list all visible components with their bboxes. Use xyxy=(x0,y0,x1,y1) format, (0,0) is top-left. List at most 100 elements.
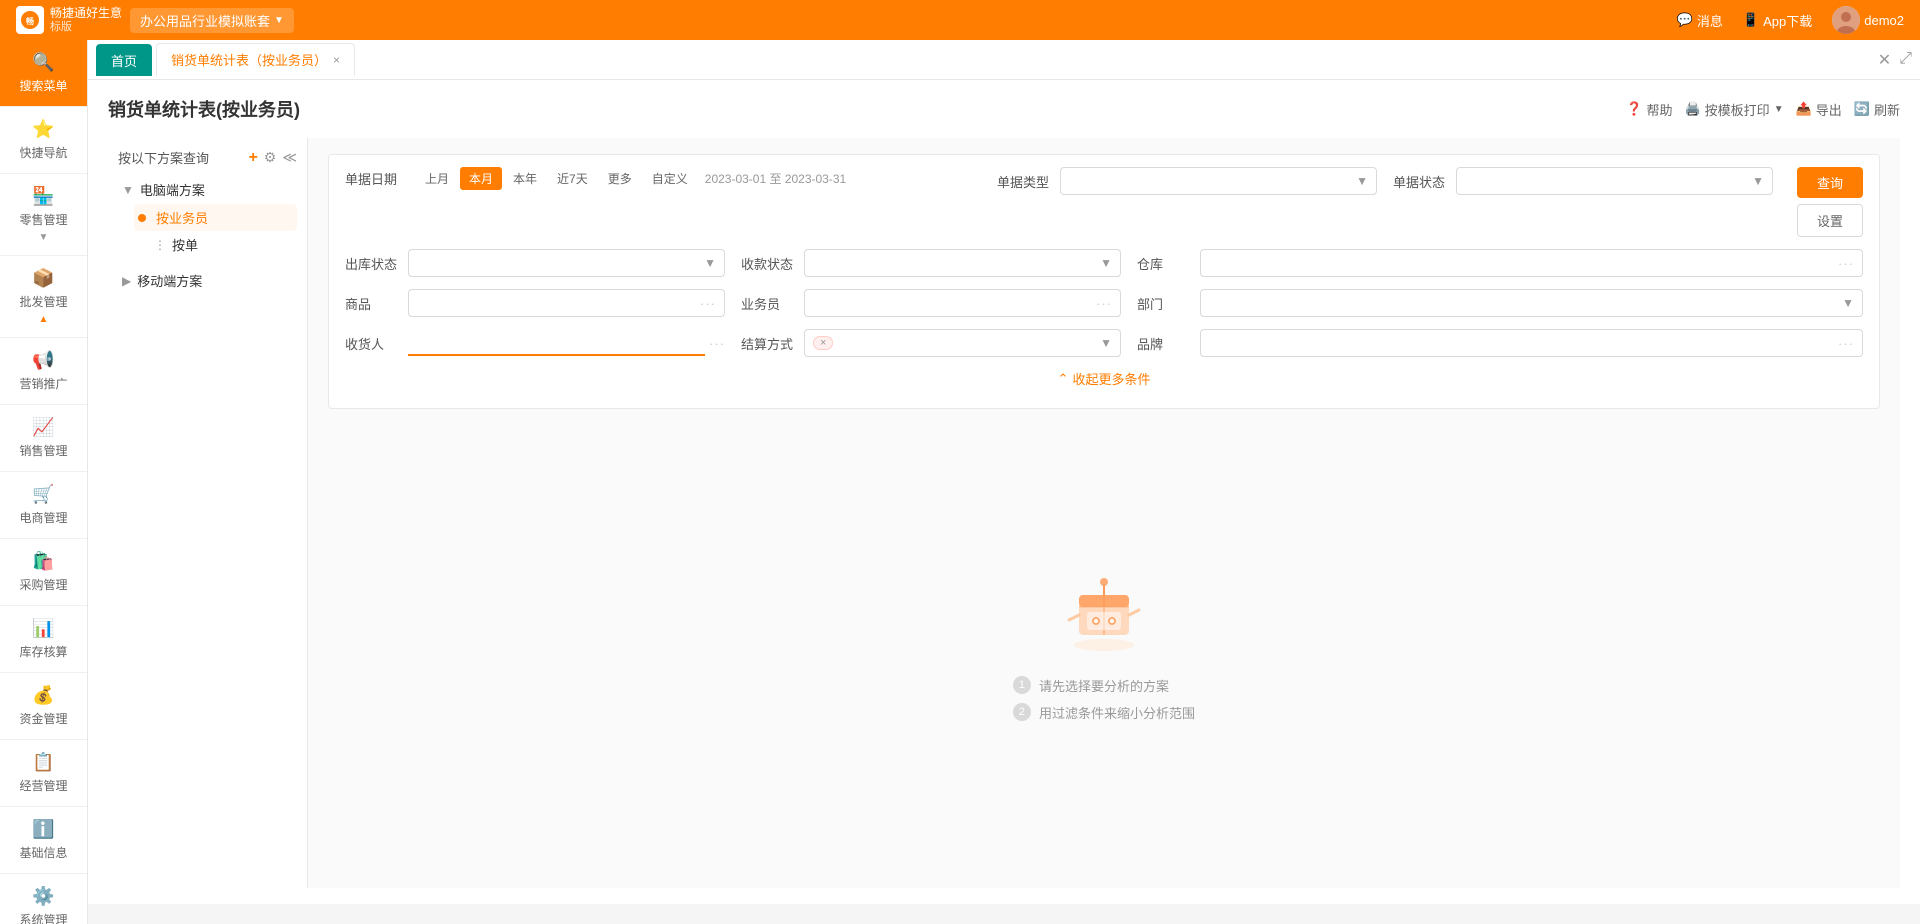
dept-label: 部门 xyxy=(1137,294,1192,313)
close-window-icon[interactable]: ✕ xyxy=(1878,50,1891,70)
goods-select[interactable]: ··· xyxy=(408,289,725,317)
sidebar-item-purchase[interactable]: 🛍️ 采购管理 xyxy=(0,539,87,606)
receiver-input[interactable] xyxy=(408,331,705,356)
date-cur-year-btn[interactable]: 本年 xyxy=(504,167,546,190)
empty-tip-2: 2 用过滤条件来缩小分析范围 xyxy=(1013,703,1195,722)
retail-icon: 🏪 xyxy=(32,186,54,207)
date-custom-btn[interactable]: 自定义 xyxy=(643,167,697,190)
sidebar-item-basic[interactable]: ℹ️ 基础信息 xyxy=(0,807,87,874)
tip-text-1: 请先选择要分析的方案 xyxy=(1039,676,1169,695)
refresh-button[interactable]: 🔄 刷新 xyxy=(1854,100,1900,119)
sidebar-item-retail[interactable]: 🏪 零售管理 ▼ xyxy=(0,174,87,256)
filter-brand: 品牌 ··· xyxy=(1137,329,1863,357)
dept-select[interactable]: ▼ xyxy=(1200,289,1863,317)
logo-title: 畅捷通好生意 标版 xyxy=(50,6,122,34)
collapse-filters-button[interactable]: ⌃ 收起更多条件 xyxy=(345,361,1863,396)
tree-item-by-order[interactable]: ⋮ 按单 xyxy=(150,231,297,258)
settle-tag-close[interactable]: × xyxy=(813,336,833,350)
filter-warehouse: 仓库 ··· xyxy=(1137,249,1863,277)
warehouse-label: 仓库 xyxy=(1137,254,1192,273)
date-label: 单据日期 xyxy=(345,169,400,188)
sidebar-item-ecommerce[interactable]: 🛒 电商管理 xyxy=(0,472,87,539)
export-button[interactable]: 📤 导出 xyxy=(1796,100,1842,119)
left-panel-header: 按以下方案查询 + ⚙ ≪ xyxy=(118,148,297,167)
settings-scheme-button[interactable]: ⚙ xyxy=(264,149,277,167)
search-icon: 🔍 xyxy=(32,52,54,73)
sidebar-item-label: 销售管理 xyxy=(19,442,67,459)
sidebar-item-wholesale[interactable]: 📦 批发管理 ▲ xyxy=(0,256,87,338)
sidebar-item-sales[interactable]: 📈 销售管理 xyxy=(0,405,87,472)
date-7days-btn[interactable]: 近7天 xyxy=(548,167,597,190)
sidebar-item-label: 批发管理 xyxy=(19,293,67,310)
app-label: App下载 xyxy=(1763,11,1812,30)
account-selector[interactable]: 办公用品行业模拟账套 ▼ xyxy=(130,8,294,33)
sidebar-item-label: 电商管理 xyxy=(19,509,67,526)
svg-text:畅: 畅 xyxy=(26,16,34,26)
add-scheme-button[interactable]: + xyxy=(248,149,257,167)
tab-active[interactable]: 销货单统计表（按业务员） × xyxy=(156,43,355,77)
print-dropdown-icon: ▼ xyxy=(1774,104,1784,115)
active-tab-label: 销货单统计表（按业务员） xyxy=(171,50,327,69)
filter-receiver: 收货人 ··· xyxy=(345,331,725,356)
doc-type-select[interactable]: ▼ xyxy=(1060,167,1377,195)
sub-title: 标版 xyxy=(50,21,122,34)
recv-status-label: 收款状态 xyxy=(741,254,796,273)
collapse-panel-button[interactable]: ≪ xyxy=(282,149,297,167)
filter-row-2: 出库状态 ▼ 收款状态 ▼ xyxy=(345,249,1863,277)
message-button[interactable]: 💬 消息 xyxy=(1677,11,1723,30)
tree-item-by-salesperson[interactable]: 按业务员 xyxy=(134,204,297,231)
sidebar-item-label: 库存核算 xyxy=(19,643,67,660)
date-quick-btns: 上月 本月 本年 近7天 更多 自定义 xyxy=(416,167,697,190)
tree-section-pc: ▼ 电脑端方案 xyxy=(118,175,297,204)
finance-icon: 💰 xyxy=(32,685,54,706)
export-label: 导出 xyxy=(1816,100,1842,119)
out-status-select[interactable]: ▼ xyxy=(408,249,725,277)
marketing-icon: 📢 xyxy=(32,350,54,371)
sidebar-item-search[interactable]: 🔍 搜索菜单 xyxy=(0,40,87,107)
scheme-tree: ▼ 电脑端方案 按业务员 ⋮ xyxy=(118,175,297,295)
salesperson-select[interactable]: ··· xyxy=(804,289,1121,317)
sidebar-item-operation[interactable]: 📋 经营管理 xyxy=(0,740,87,807)
left-panel: 按以下方案查询 + ⚙ ≪ ▼ xyxy=(108,138,308,888)
doc-status-select[interactable]: ▼ xyxy=(1456,167,1773,195)
settings-button[interactable]: 设置 xyxy=(1797,204,1863,237)
sidebar-item-quick-nav[interactable]: ⭐ 快捷导航 xyxy=(0,107,87,174)
query-button[interactable]: 查询 xyxy=(1797,167,1863,198)
sidebar-item-inventory[interactable]: 📊 库存核算 xyxy=(0,606,87,673)
app-icon: 📱 xyxy=(1743,12,1759,28)
two-pane: 按以下方案查询 + ⚙ ≪ ▼ xyxy=(108,138,1900,888)
sidebar-item-system[interactable]: ⚙️ 系统管理 xyxy=(0,874,87,924)
purchase-icon: 🛍️ xyxy=(32,551,54,572)
app-download-button[interactable]: 📱 App下载 xyxy=(1743,11,1812,30)
sidebar: 🔍 搜索菜单 ⭐ 快捷导航 🏪 零售管理 ▼ 📦 批发管理 ▲ 📢 营销推广 xyxy=(0,40,88,924)
pc-section-label: 电脑端方案 xyxy=(140,180,205,199)
export-icon: 📤 xyxy=(1796,101,1812,117)
maximize-icon[interactable]: ⤢ xyxy=(1899,50,1912,70)
date-cur-month-btn[interactable]: 本月 xyxy=(460,167,502,190)
recv-status-select[interactable]: ▼ xyxy=(804,249,1121,277)
brand-select[interactable]: ··· xyxy=(1200,329,1863,357)
sidebar-item-finance[interactable]: 💰 资金管理 xyxy=(0,673,87,740)
filter-section: 单据日期 上月 本月 本年 近7天 更多 自定义 xyxy=(328,154,1880,409)
empty-tips: 1 请先选择要分析的方案 2 用过滤条件来缩小分析范围 xyxy=(1013,676,1195,722)
top-bar-left: 畅 畅捷通好生意 标版 办公用品行业模拟账套 ▼ xyxy=(16,6,294,34)
date-more-btn[interactable]: 更多 xyxy=(599,167,641,190)
chevron-right-icon: ▶ xyxy=(122,274,131,288)
user-avatar-button[interactable]: demo2 xyxy=(1832,6,1904,34)
goods-label: 商品 xyxy=(345,294,400,313)
sidebar-item-label: 快捷导航 xyxy=(19,144,67,161)
settle-method-select[interactable]: × ▼ xyxy=(804,329,1121,357)
print-button[interactable]: 🖨️ 按模板打印 ▼ xyxy=(1684,100,1783,119)
sidebar-item-marketing[interactable]: 📢 营销推广 xyxy=(0,338,87,405)
receiver-label: 收货人 xyxy=(345,334,400,353)
help-button[interactable]: ❓ 帮助 xyxy=(1626,100,1672,119)
doc-type-label: 单据类型 xyxy=(997,172,1052,191)
date-prev-month-btn[interactable]: 上月 xyxy=(416,167,458,190)
warehouse-select[interactable]: ··· xyxy=(1200,249,1863,277)
filter-salesperson: 业务员 ··· xyxy=(741,289,1121,317)
chevron-down-icon: ▼ xyxy=(122,183,134,197)
tab-close-button[interactable]: × xyxy=(333,53,340,67)
print-icon: 🖨️ xyxy=(1684,101,1700,117)
tab-home[interactable]: 首页 xyxy=(96,44,152,76)
warehouse-dots-icon: ··· xyxy=(1838,256,1854,271)
